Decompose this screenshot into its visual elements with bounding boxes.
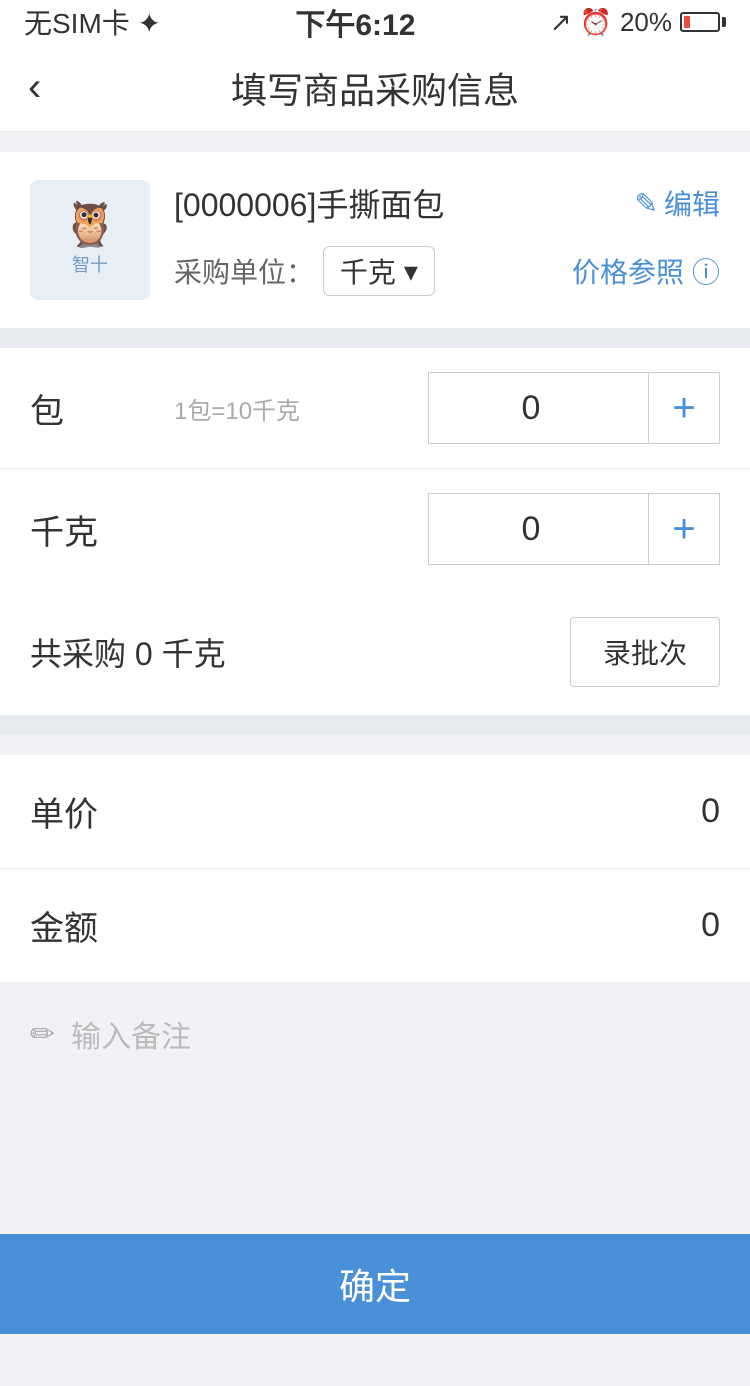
bag-sublabel: 1包=10千克	[174, 391, 300, 426]
product-image-label: 智十	[72, 251, 108, 277]
status-left: 无SIM卡 ✦	[24, 2, 161, 42]
kg-plus-button[interactable]: +	[648, 493, 720, 565]
product-card: 🦉 智十 [0000006]手撕面包 ✎ 编辑 采购单位： 千克 ▾	[0, 152, 750, 328]
record-batch-button[interactable]: 录批次	[570, 617, 720, 687]
unit-price-value: 0	[701, 792, 720, 831]
kg-input-row: 千克 +	[0, 469, 750, 589]
amount-value: 0	[701, 906, 720, 945]
price-ref-button[interactable]: 价格参照 ⓘ	[572, 251, 720, 291]
product-header: [0000006]手撕面包 ✎ 编辑	[174, 180, 720, 226]
kg-label: 千克	[30, 505, 150, 554]
kg-qty-input-wrap: +	[428, 493, 720, 565]
summary-text: 共采购 0 千克	[30, 629, 226, 675]
unit-label-group: 采购单位： 千克 ▾	[174, 246, 435, 296]
edit-button[interactable]: ✎ 编辑	[635, 183, 720, 223]
edit-icon: ✎	[635, 187, 658, 220]
bag-input-row: 包 1包=10千克 +	[0, 348, 750, 469]
back-button[interactable]: ‹	[28, 65, 41, 110]
note-section: ✏ 输入备注	[0, 982, 750, 1086]
status-right: ↗ ⏰ 20%	[550, 7, 726, 38]
chevron-down-icon: ▾	[404, 255, 418, 288]
confirm-button[interactable]: 确定	[0, 1234, 750, 1334]
status-time: 下午6:12	[295, 0, 415, 44]
product-image: 🦉 智十	[30, 180, 150, 300]
bag-qty-input-wrap: +	[428, 372, 720, 444]
amount-label: 金额	[30, 901, 98, 950]
price-amount-section: 单价 0 金额 0	[0, 755, 750, 982]
summary-row: 共采购 0 千克 录批次	[0, 589, 750, 715]
note-placeholder: 输入备注	[71, 1012, 191, 1056]
product-unit-row: 采购单位： 千克 ▾ 价格参照 ⓘ	[174, 246, 720, 296]
bag-plus-button[interactable]: +	[648, 372, 720, 444]
bag-quantity-input[interactable]	[428, 372, 648, 444]
battery-icon	[680, 12, 726, 32]
alarm-icon: ⏰	[580, 7, 612, 38]
unit-price-label: 单价	[30, 787, 98, 836]
status-bar: 无SIM卡 ✦ 下午6:12 ↗ ⏰ 20%	[0, 0, 750, 44]
section-divider-1	[0, 328, 750, 348]
help-icon: ⓘ	[692, 251, 720, 291]
amount-row: 金额 0	[0, 869, 750, 982]
unit-price-row: 单价 0	[0, 755, 750, 869]
kg-quantity-input[interactable]	[428, 493, 648, 565]
pencil-icon: ✏	[30, 1017, 55, 1052]
product-info: [0000006]手撕面包 ✎ 编辑 采购单位： 千克 ▾ 价格参照 ⓘ	[174, 180, 720, 296]
bag-label: 包	[30, 384, 150, 433]
nav-bar: ‹ 填写商品采购信息	[0, 44, 750, 132]
location-icon: ↗	[550, 7, 572, 38]
page-title: 填写商品采购信息	[231, 62, 519, 114]
section-divider-2	[0, 715, 750, 735]
sim-status: 无SIM卡 ✦	[24, 2, 161, 42]
product-logo-icon: 🦉	[63, 203, 118, 247]
input-section: 包 1包=10千克 + 千克 +	[0, 348, 750, 589]
unit-label: 采购单位：	[174, 257, 314, 288]
battery-percent: 20%	[620, 7, 672, 38]
unit-select[interactable]: 千克 ▾	[323, 246, 435, 296]
product-name: [0000006]手撕面包	[174, 180, 444, 226]
